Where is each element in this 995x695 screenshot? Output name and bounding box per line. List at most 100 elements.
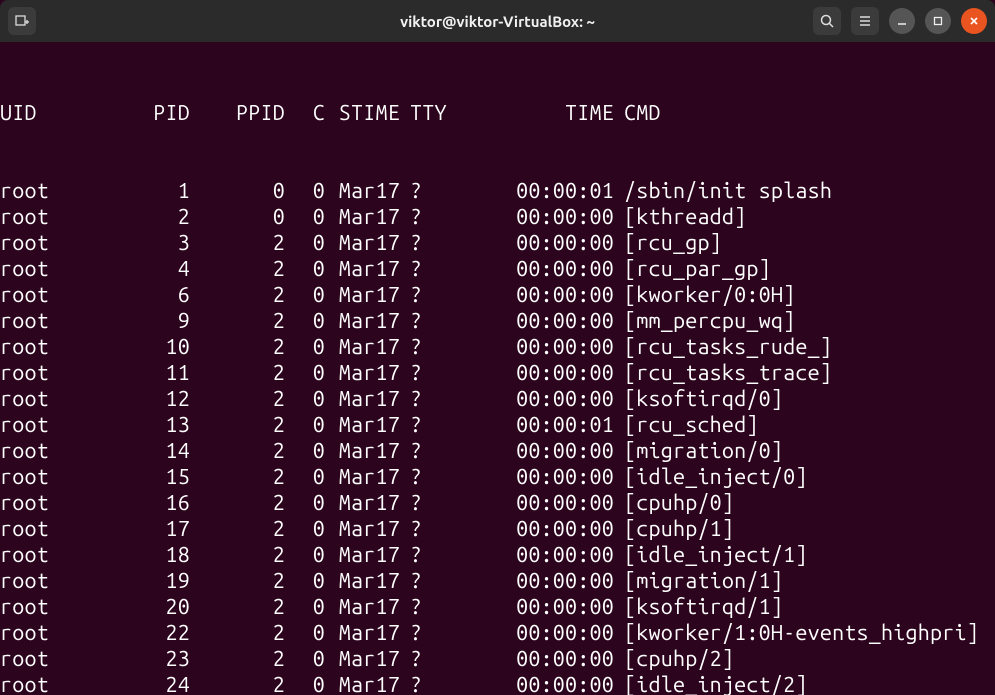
close-icon	[968, 15, 980, 27]
table-row: root2220Mar17?00:00:00[kworker/1:0H-even…	[0, 620, 995, 646]
cell-pid: 14	[50, 438, 190, 464]
cell-uid: root	[0, 256, 50, 282]
cell-stime: Mar17	[325, 230, 400, 256]
cell-stime: Mar17	[325, 360, 400, 386]
cell-cmd: [kworker/1:0H-events_highpri]	[614, 620, 995, 646]
cell-tty: ?	[400, 620, 444, 646]
minimize-button[interactable]	[889, 8, 915, 34]
cell-c: 0	[285, 282, 325, 308]
cell-stime: Mar17	[325, 438, 400, 464]
cell-cmd: [kworker/0:0H]	[614, 282, 995, 308]
cell-uid: root	[0, 386, 50, 412]
cell-tty: ?	[400, 360, 444, 386]
cell-cmd: [idle_inject/2]	[614, 672, 995, 695]
table-row: root2320Mar17?00:00:00[cpuhp/2]	[0, 646, 995, 672]
cell-stime: Mar17	[325, 516, 400, 542]
cell-ppid: 2	[190, 308, 285, 334]
cell-time: 00:00:00	[444, 490, 614, 516]
table-row: root420Mar17?00:00:00[rcu_par_gp]	[0, 256, 995, 282]
cell-uid: root	[0, 672, 50, 695]
cell-pid: 11	[50, 360, 190, 386]
cell-uid: root	[0, 620, 50, 646]
cell-stime: Mar17	[325, 178, 400, 204]
cell-cmd: [cpuhp/1]	[614, 516, 995, 542]
minimize-icon	[896, 15, 908, 27]
table-row: root2420Mar17?00:00:00[idle_inject/2]	[0, 672, 995, 695]
table-row: root1620Mar17?00:00:00[cpuhp/0]	[0, 490, 995, 516]
cell-time: 00:00:00	[444, 672, 614, 695]
cell-ppid: 0	[190, 204, 285, 230]
cell-cmd: [ksoftirqd/1]	[614, 594, 995, 620]
new-tab-button[interactable]	[8, 7, 36, 35]
cell-c: 0	[285, 646, 325, 672]
cell-pid: 16	[50, 490, 190, 516]
cell-ppid: 2	[190, 464, 285, 490]
table-row: root1120Mar17?00:00:00[rcu_tasks_trace]	[0, 360, 995, 386]
cell-stime: Mar17	[325, 308, 400, 334]
col-header-uid: UID	[0, 100, 50, 126]
cell-time: 00:00:00	[444, 438, 614, 464]
cell-ppid: 2	[190, 360, 285, 386]
cell-cmd: [rcu_par_gp]	[614, 256, 995, 282]
cell-ppid: 2	[190, 646, 285, 672]
cell-uid: root	[0, 204, 50, 230]
cell-c: 0	[285, 308, 325, 334]
cell-pid: 24	[50, 672, 190, 695]
cell-tty: ?	[400, 568, 444, 594]
cell-ppid: 2	[190, 438, 285, 464]
cell-tty: ?	[400, 386, 444, 412]
menu-button[interactable]	[851, 7, 879, 35]
cell-uid: root	[0, 230, 50, 256]
cell-cmd: [cpuhp/0]	[614, 490, 995, 516]
cell-time: 00:00:00	[444, 594, 614, 620]
table-row: root200Mar17?00:00:00[kthreadd]	[0, 204, 995, 230]
cell-time: 00:00:00	[444, 204, 614, 230]
cell-stime: Mar17	[325, 386, 400, 412]
close-button[interactable]	[961, 8, 987, 34]
cell-tty: ?	[400, 256, 444, 282]
terminal-output[interactable]: UID PID PPID C STIME TTY TIME CMD root10…	[0, 42, 995, 695]
cell-ppid: 2	[190, 230, 285, 256]
cell-pid: 6	[50, 282, 190, 308]
cell-cmd: [migration/0]	[614, 438, 995, 464]
cell-c: 0	[285, 412, 325, 438]
cell-pid: 4	[50, 256, 190, 282]
cell-ppid: 2	[190, 516, 285, 542]
table-row: root1920Mar17?00:00:00[migration/1]	[0, 568, 995, 594]
cell-tty: ?	[400, 178, 444, 204]
new-tab-icon	[14, 13, 30, 29]
cell-tty: ?	[400, 204, 444, 230]
cell-tty: ?	[400, 490, 444, 516]
cell-c: 0	[285, 334, 325, 360]
cell-tty: ?	[400, 542, 444, 568]
maximize-button[interactable]	[925, 8, 951, 34]
cell-cmd: [rcu_tasks_rude_]	[614, 334, 995, 360]
cell-stime: Mar17	[325, 646, 400, 672]
cell-c: 0	[285, 178, 325, 204]
cell-pid: 18	[50, 542, 190, 568]
cell-pid: 17	[50, 516, 190, 542]
cell-time: 00:00:00	[444, 516, 614, 542]
cell-time: 00:00:00	[444, 542, 614, 568]
cell-pid: 19	[50, 568, 190, 594]
cell-uid: root	[0, 568, 50, 594]
cell-tty: ?	[400, 412, 444, 438]
cell-c: 0	[285, 438, 325, 464]
table-header-row: UID PID PPID C STIME TTY TIME CMD	[0, 100, 995, 126]
table-row: root620Mar17?00:00:00[kworker/0:0H]	[0, 282, 995, 308]
cell-c: 0	[285, 672, 325, 695]
cell-c: 0	[285, 360, 325, 386]
cell-uid: root	[0, 334, 50, 360]
cell-c: 0	[285, 516, 325, 542]
cell-c: 0	[285, 490, 325, 516]
cell-stime: Mar17	[325, 542, 400, 568]
search-icon	[819, 13, 835, 29]
cell-tty: ?	[400, 282, 444, 308]
cell-ppid: 2	[190, 256, 285, 282]
cell-time: 00:00:00	[444, 464, 614, 490]
search-button[interactable]	[813, 7, 841, 35]
cell-time: 00:00:00	[444, 646, 614, 672]
cell-ppid: 2	[190, 282, 285, 308]
cell-cmd: [idle_inject/1]	[614, 542, 995, 568]
cell-c: 0	[285, 620, 325, 646]
